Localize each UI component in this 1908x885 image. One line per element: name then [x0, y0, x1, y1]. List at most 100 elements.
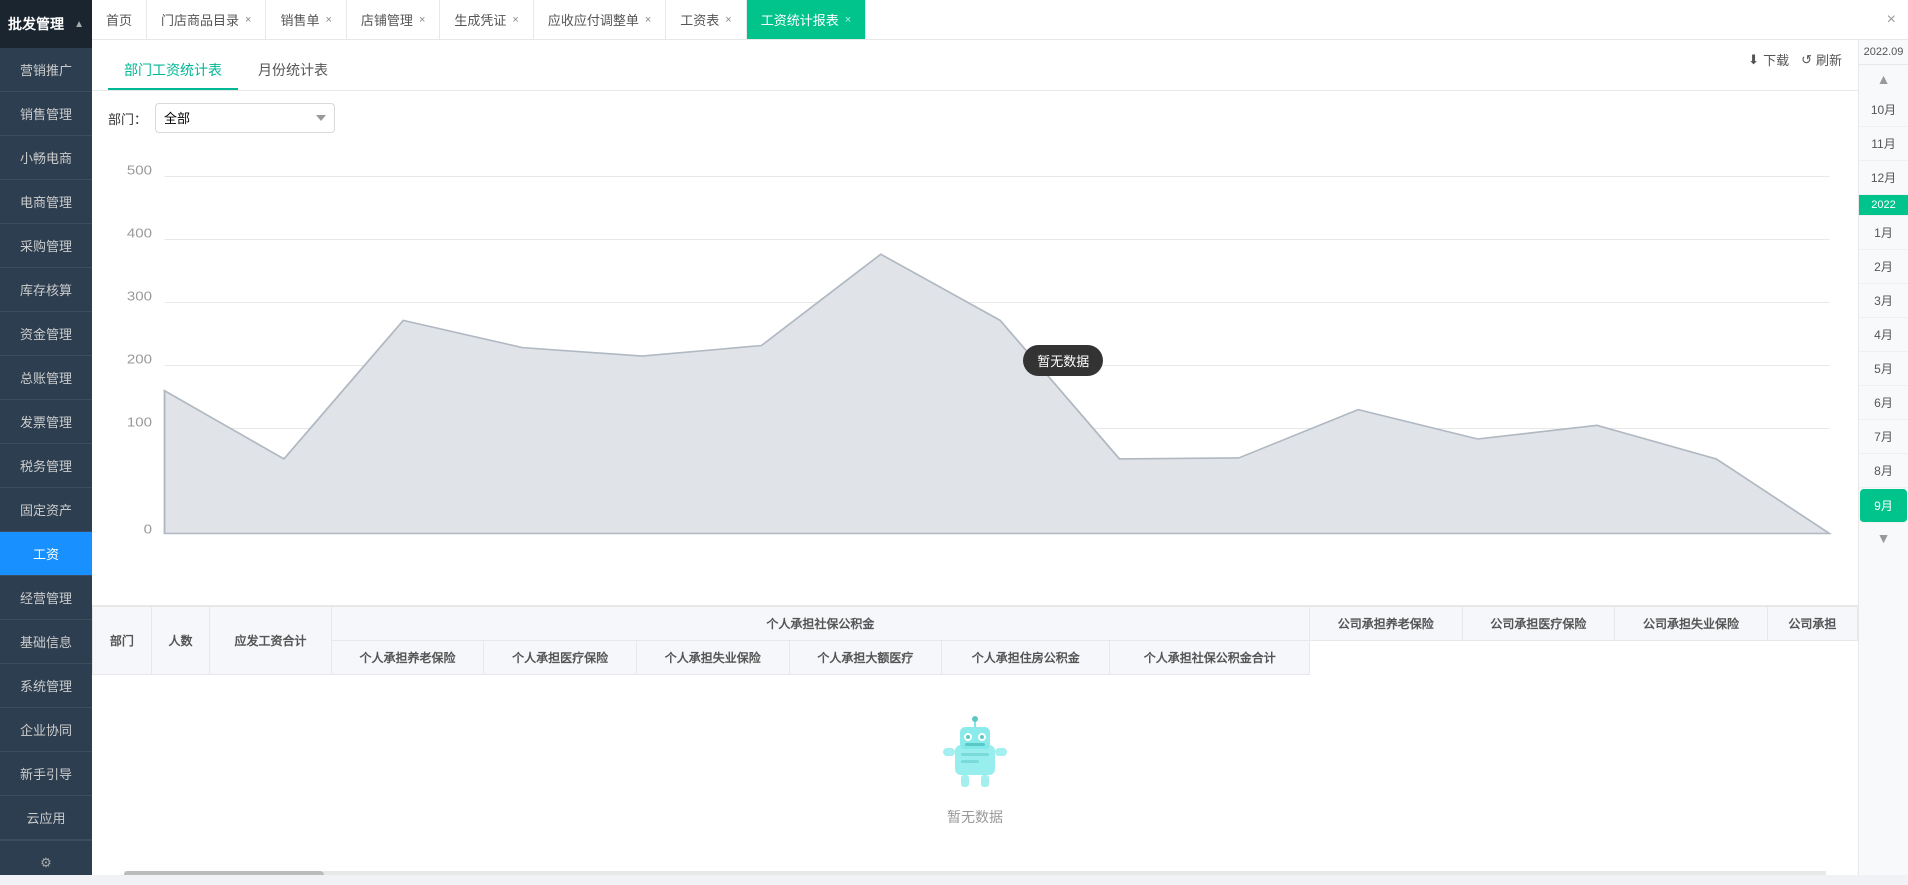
sidebar-item-system[interactable]: 系统管理: [0, 664, 92, 708]
tab-store-catalog[interactable]: 门店商品目录 ×: [147, 0, 266, 39]
sidebar-settings[interactable]: ⚙: [0, 840, 92, 885]
tab-voucher[interactable]: 生成凭证 ×: [440, 0, 533, 39]
sidebar-item-ecommerce-small[interactable]: 小畅电商: [0, 136, 92, 180]
chart-svg: 500 400 300 200 100 0: [108, 145, 1842, 565]
svg-text:300: 300: [127, 289, 152, 304]
refresh-button[interactable]: ↺ 刷新: [1801, 50, 1842, 69]
scrollbar-track: [124, 871, 1826, 875]
col-count: 人数: [151, 607, 210, 675]
dept-filter-select[interactable]: 全部: [155, 103, 335, 133]
sidebar-item-ledger[interactable]: 总账管理: [0, 356, 92, 400]
tab-bar: 首页 门店商品目录 × 销售单 × 店铺管理 × 生成凭证 × 应收应付调整单 …: [92, 0, 1908, 40]
tab-close-icon[interactable]: ×: [419, 14, 425, 26]
content-area: 部门工资统计表 月份统计表 ⬇ 下载 ↺ 刷新: [92, 40, 1908, 875]
date-jun[interactable]: 6月: [1859, 386, 1908, 420]
svg-text:500: 500: [127, 163, 152, 178]
sidebar-item-guide[interactable]: 新手引导: [0, 752, 92, 796]
tab-close-icon[interactable]: ×: [725, 14, 731, 26]
tab-close-icon[interactable]: ×: [645, 14, 651, 26]
tab-home[interactable]: 首页: [92, 0, 147, 39]
dept-filter-label: 部门：: [108, 109, 147, 128]
right-date-panel: 2022.09 ▲ 10月 11月 12月 2022 1月 2月 3月 4月 5…: [1858, 40, 1908, 875]
col-group-personal: 个人承担社保公积金: [331, 607, 1309, 641]
refresh-icon: ↺: [1801, 52, 1812, 68]
sidebar-item-inventory[interactable]: 库存核算: [0, 268, 92, 312]
download-button[interactable]: ⬇ 下载: [1748, 50, 1789, 69]
sidebar-item-invoice[interactable]: 发票管理: [0, 400, 92, 444]
sidebar-item-marketing[interactable]: 营销推广: [0, 48, 92, 92]
tab-sales-order[interactable]: 销售单 ×: [266, 0, 346, 39]
sidebar-item-operations[interactable]: 经营管理: [0, 576, 92, 620]
tab-bar-close-button[interactable]: ×: [1875, 11, 1908, 29]
date-aug[interactable]: 8月: [1859, 454, 1908, 488]
page-content: 部门工资统计表 月份统计表 ⬇ 下载 ↺ 刷新: [92, 40, 1858, 875]
download-icon: ⬇: [1748, 52, 1759, 68]
sidebar-item-basic-info[interactable]: 基础信息: [0, 620, 92, 664]
col-personal-pension: 个人承担养老保险: [331, 641, 484, 675]
date-jan[interactable]: 1月: [1859, 216, 1908, 250]
sidebar-item-payroll[interactable]: 工资: [0, 532, 92, 576]
table-wrapper[interactable]: 部门 人数 应发工资合计 个人承担社保公积金 公司承担养老保险 公司承担医疗保险…: [92, 606, 1858, 867]
sidebar-item-tax[interactable]: 税务管理: [0, 444, 92, 488]
svg-text:400: 400: [127, 226, 152, 241]
sidebar-item-cloud[interactable]: 云应用: [0, 796, 92, 840]
tab-payroll-report[interactable]: 工资统计报表 ×: [747, 0, 866, 39]
sidebar-item-purchase[interactable]: 采购管理: [0, 224, 92, 268]
table-empty-text: 暂无数据: [947, 807, 1003, 827]
col-company-pension: 公司承担养老保险: [1310, 607, 1463, 641]
sidebar-header[interactable]: 批发管理 ▲: [0, 0, 92, 48]
col-company-medical: 公司承担医疗保险: [1462, 607, 1615, 641]
date-may[interactable]: 5月: [1859, 352, 1908, 386]
date-apr[interactable]: 4月: [1859, 318, 1908, 352]
date-up-arrow[interactable]: ▲: [1859, 65, 1908, 93]
tab-payroll[interactable]: 工资表 ×: [666, 0, 746, 39]
svg-text:200: 200: [127, 352, 152, 367]
horizontal-scrollbar-track[interactable]: [92, 867, 1858, 875]
svg-text:100: 100: [127, 415, 152, 430]
current-date-label[interactable]: 2022.09: [1859, 40, 1908, 65]
date-year-2022[interactable]: 2022: [1859, 195, 1908, 216]
sidebar-item-ecommerce-mgmt[interactable]: 电商管理: [0, 180, 92, 224]
chart-polygon: [165, 254, 1830, 533]
col-personal-large-medical: 个人承担大额医疗: [789, 641, 942, 675]
date-oct[interactable]: 10月: [1859, 93, 1908, 127]
col-company-other: 公司承担: [1767, 607, 1857, 641]
col-personal-total: 个人承担社保公积金合计: [1110, 641, 1310, 675]
svg-text:0: 0: [144, 522, 153, 537]
table-empty-state: 暂无数据: [92, 675, 1858, 867]
tab-close-icon[interactable]: ×: [845, 14, 851, 26]
tab-close-icon[interactable]: ×: [325, 14, 331, 26]
date-dec[interactable]: 12月: [1859, 161, 1908, 195]
sidebar-collapse-icon: ▲: [74, 19, 84, 30]
date-mar[interactable]: 3月: [1859, 284, 1908, 318]
col-total-wage: 应发工资合计: [210, 607, 331, 675]
col-personal-medical: 个人承担医疗保险: [484, 641, 637, 675]
tab-ar-ap[interactable]: 应收应付调整单 ×: [534, 0, 666, 39]
scrollbar-thumb[interactable]: [124, 871, 324, 875]
tab-close-icon[interactable]: ×: [245, 14, 251, 26]
tab-monthly-stats[interactable]: 月份统计表: [242, 52, 344, 90]
table-section: 部门 人数 应发工资合计 个人承担社保公积金 公司承担养老保险 公司承担医疗保险…: [92, 605, 1858, 867]
date-feb[interactable]: 2月: [1859, 250, 1908, 284]
date-jul[interactable]: 7月: [1859, 420, 1908, 454]
date-down-arrow[interactable]: ▼: [1859, 524, 1908, 552]
date-sep[interactable]: 9月: [1860, 489, 1907, 523]
filter-row: 部门： 全部: [92, 91, 1858, 145]
settings-icon: ⚙: [40, 855, 52, 870]
chart-no-data-tooltip: 暂无数据: [1023, 345, 1103, 376]
date-nov[interactable]: 11月: [1859, 127, 1908, 161]
tab-store-mgmt[interactable]: 店铺管理 ×: [347, 0, 440, 39]
sidebar-item-enterprise[interactable]: 企业协同: [0, 708, 92, 752]
main-area: 首页 门店商品目录 × 销售单 × 店铺管理 × 生成凭证 × 应收应付调整单 …: [92, 0, 1908, 875]
sidebar-item-sales[interactable]: 销售管理: [0, 92, 92, 136]
page-toolbar: ⬇ 下载 ↺ 刷新: [1748, 50, 1842, 69]
col-company-unemployment: 公司承担失业保险: [1615, 607, 1768, 641]
tab-dept-stats[interactable]: 部门工资统计表: [108, 52, 238, 90]
tab-close-icon[interactable]: ×: [512, 14, 518, 26]
sidebar-item-fixed-assets[interactable]: 固定资产: [0, 488, 92, 532]
chart-area: 500 400 300 200 100 0: [92, 145, 1858, 605]
sidebar-title: 批发管理: [8, 14, 64, 34]
sidebar-item-finance[interactable]: 资金管理: [0, 312, 92, 356]
page-tabs: 部门工资统计表 月份统计表 ⬇ 下载 ↺ 刷新: [92, 40, 1858, 91]
col-personal-housing: 个人承担住房公积金: [942, 641, 1110, 675]
